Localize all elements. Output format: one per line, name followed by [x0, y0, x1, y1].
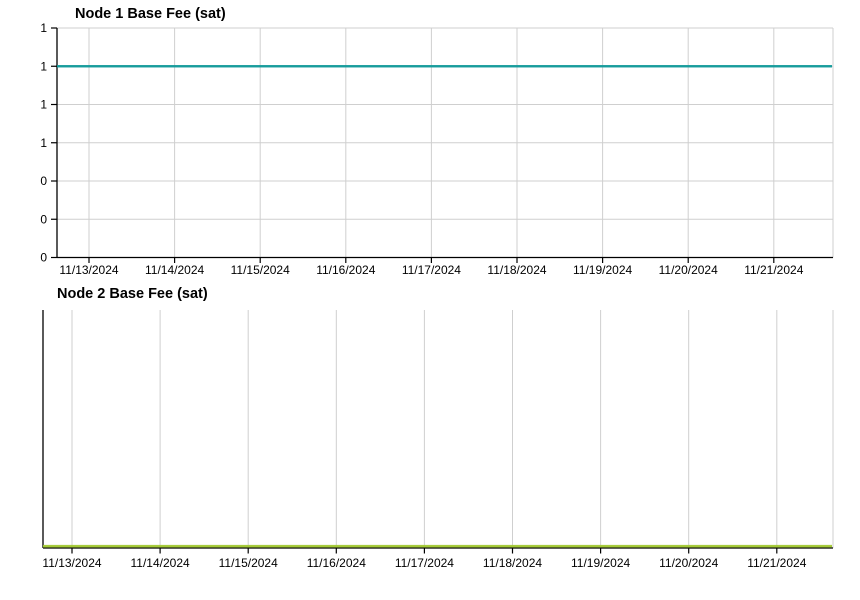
x-tick-label: 11/13/2024 [59, 263, 118, 277]
x-tick-label: 11/15/2024 [231, 263, 290, 277]
y-tick-label: 1 [40, 98, 47, 112]
y-tick-label: 1 [40, 21, 47, 35]
x-tick-label: 11/17/2024 [402, 263, 461, 277]
x-tick-label: 11/20/2024 [659, 263, 718, 277]
x-tick-label: 11/17/2024 [395, 556, 454, 570]
y-tick-label: 0 [40, 212, 47, 226]
x-tick-label: 11/21/2024 [747, 556, 806, 570]
y-tick-label: 0 [40, 174, 47, 188]
x-tick-label: 11/14/2024 [145, 263, 204, 277]
x-tick-label: 11/20/2024 [659, 556, 718, 570]
fee-charts-page: Node 1 Base Fee (sat) Node 2 Base Fee (s… [0, 0, 860, 600]
x-tick-label: 11/13/2024 [42, 556, 101, 570]
x-tick-label: 11/19/2024 [571, 556, 630, 570]
x-tick-label: 11/18/2024 [487, 263, 546, 277]
x-tick-label: 11/19/2024 [573, 263, 632, 277]
x-tick-label: 11/21/2024 [744, 263, 803, 277]
x-tick-label: 11/14/2024 [131, 556, 190, 570]
x-tick-label: 11/16/2024 [307, 556, 366, 570]
y-tick-label: 1 [40, 136, 47, 150]
x-tick-label: 11/15/2024 [219, 556, 278, 570]
x-tick-label: 11/16/2024 [316, 263, 375, 277]
x-tick-label: 11/18/2024 [483, 556, 542, 570]
y-tick-label: 0 [40, 251, 47, 265]
y-tick-label: 1 [40, 59, 47, 73]
charts-plot-area: 1 1 1 1 0 0 0 11/13/2024 11/14/2024 11/15/2024 11/… [40, 21, 834, 570]
